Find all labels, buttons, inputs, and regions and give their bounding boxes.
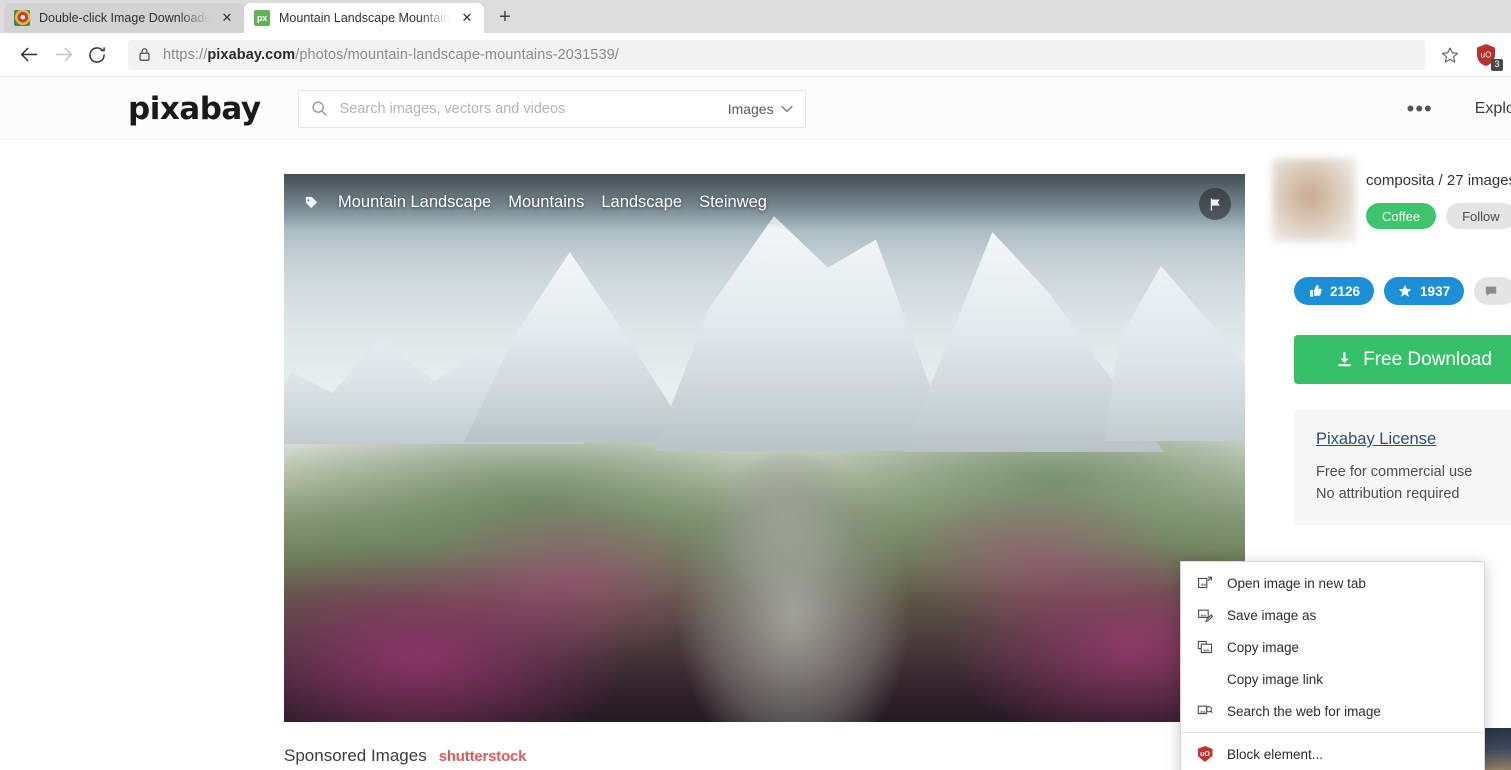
search-input[interactable] bbox=[339, 100, 714, 117]
tab-title: Mountain Landscape Mountains bbox=[279, 11, 450, 25]
likes-count: 2126 bbox=[1330, 283, 1361, 299]
tab-close-button[interactable]: ✕ bbox=[456, 7, 478, 29]
thumbs-up-icon bbox=[1308, 284, 1322, 298]
pixabay-license-link[interactable]: Pixabay License bbox=[1316, 430, 1511, 449]
star-outline-icon[interactable] bbox=[1435, 40, 1465, 70]
context-menu-label: Open image in new tab bbox=[1227, 575, 1366, 591]
pixabay-site-header: pixabay Images ••• Explore bbox=[0, 78, 1511, 140]
author-name[interactable]: composita / 27 images bbox=[1366, 172, 1511, 189]
browser-window: Double-click Image Downloader ✕ px Mount… bbox=[0, 0, 1511, 770]
photo-tag[interactable]: Landscape bbox=[601, 193, 682, 212]
tag-icon bbox=[304, 195, 319, 210]
sponsored-images-section: Sponsored Images shutterstock bbox=[284, 746, 527, 766]
follow-button[interactable]: Follow bbox=[1446, 203, 1511, 229]
pixabay-logo[interactable]: pixabay bbox=[128, 91, 261, 127]
avatar[interactable] bbox=[1272, 158, 1356, 242]
photo-tag[interactable]: Mountains bbox=[508, 193, 584, 212]
more-menu-icon[interactable]: ••• bbox=[1407, 97, 1433, 119]
pixabay-favicon: px bbox=[254, 10, 270, 26]
license-box: Pixabay License Free for commercial use … bbox=[1294, 410, 1511, 525]
author-row: composita / 27 images Coffee Follow bbox=[1272, 158, 1511, 246]
lock-icon bbox=[138, 47, 151, 62]
author-info: composita / 27 images Coffee Follow bbox=[1356, 158, 1511, 229]
context-menu-label: Copy image bbox=[1227, 639, 1300, 655]
forward-arrow-icon bbox=[46, 38, 80, 72]
context-menu-item-block-element[interactable]: uO Block element... bbox=[1181, 738, 1484, 770]
new-tab-button[interactable]: + bbox=[490, 2, 520, 32]
header-right-group: ••• Explore bbox=[1407, 97, 1511, 119]
free-download-label: Free Download bbox=[1363, 348, 1492, 370]
explore-link[interactable]: Explore bbox=[1475, 100, 1511, 118]
context-menu-item-save-image-as[interactable]: Save image as bbox=[1181, 599, 1484, 631]
browser-tab-2[interactable]: px Mountain Landscape Mountains ✕ bbox=[244, 3, 484, 33]
search-web-image-icon bbox=[1193, 703, 1217, 719]
search-icon bbox=[311, 100, 328, 117]
context-menu-item-search-the-web-for-image[interactable]: Search the web for image bbox=[1181, 695, 1484, 727]
save-image-icon bbox=[1193, 607, 1217, 623]
author-action-buttons: Coffee Follow bbox=[1366, 203, 1511, 229]
context-menu-item-copy-image-link[interactable]: Copy image link bbox=[1181, 663, 1484, 695]
photo-stats-row: 2126 1937 bbox=[1272, 277, 1511, 305]
sponsored-label: Sponsored Images bbox=[284, 746, 427, 765]
chevron-down-icon bbox=[780, 105, 793, 113]
address-bar[interactable]: https://pixabay.com/photos/mountain-land… bbox=[128, 39, 1425, 70]
context-menu-label: Save image as bbox=[1227, 607, 1317, 623]
address-bar-url: https://pixabay.com/photos/mountain-land… bbox=[163, 46, 619, 63]
flag-icon[interactable] bbox=[1199, 188, 1231, 220]
search-type-label: Images bbox=[727, 100, 774, 117]
favorites-count: 1937 bbox=[1420, 283, 1451, 299]
copy-image-icon bbox=[1193, 639, 1217, 655]
reload-icon[interactable] bbox=[80, 38, 114, 72]
star-icon bbox=[1398, 284, 1412, 298]
tab-title: Double-click Image Downloader bbox=[39, 11, 210, 25]
photo-tag[interactable]: Steinweg bbox=[699, 193, 767, 212]
download-icon bbox=[1336, 351, 1353, 368]
search-bar[interactable]: Images bbox=[297, 89, 806, 128]
license-line: Free for commercial use bbox=[1316, 464, 1473, 480]
extension-badge-count: 3 bbox=[1491, 58, 1503, 71]
context-menu-label: Block element... bbox=[1227, 746, 1324, 762]
photo-sidebar: composita / 27 images Coffee Follow 2126 bbox=[1272, 158, 1511, 525]
coffee-button[interactable]: Coffee bbox=[1366, 203, 1437, 229]
chrome-extension-icon bbox=[14, 10, 30, 26]
back-arrow-icon[interactable] bbox=[12, 38, 46, 72]
browser-toolbar: https://pixabay.com/photos/mountain-land… bbox=[0, 33, 1511, 77]
comment-icon bbox=[1484, 284, 1498, 298]
web-page: pixabay Images ••• Explore bbox=[0, 78, 1511, 770]
tab-close-button[interactable]: ✕ bbox=[216, 7, 238, 29]
photo-tag-overlay: Mountain Landscape Mountains Landscape S… bbox=[284, 174, 1245, 230]
comments-stat[interactable] bbox=[1474, 277, 1511, 305]
browser-tab-1[interactable]: Double-click Image Downloader ✕ bbox=[4, 3, 244, 33]
tab-strip: Double-click Image Downloader ✕ px Mount… bbox=[0, 0, 1511, 33]
free-download-button[interactable]: Free Download bbox=[1294, 335, 1511, 384]
open-in-new-tab-icon bbox=[1193, 575, 1217, 591]
context-menu-item-copy-image[interactable]: Copy image bbox=[1181, 631, 1484, 663]
ublock-shield-icon: uO bbox=[1193, 746, 1217, 762]
search-type-dropdown[interactable]: Images bbox=[714, 101, 793, 117]
svg-text:uO: uO bbox=[1481, 50, 1492, 59]
photo-tag[interactable]: Mountain Landscape bbox=[338, 193, 491, 212]
license-line: No attribution required bbox=[1316, 486, 1460, 502]
context-menu-item-open-image-in-new-tab[interactable]: Open image in new tab bbox=[1181, 567, 1484, 599]
favorites-stat[interactable]: 1937 bbox=[1384, 277, 1465, 305]
context-menu-label: Search the web for image bbox=[1227, 703, 1381, 719]
context-menu-label: Copy image link bbox=[1227, 671, 1324, 687]
likes-stat[interactable]: 2126 bbox=[1294, 277, 1375, 305]
context-menu[interactable]: Open image in new tab Save image as Copy… bbox=[1180, 561, 1485, 770]
shutterstock-logo[interactable]: shutterstock bbox=[439, 748, 527, 765]
context-menu-separator bbox=[1181, 732, 1484, 733]
main-photo-container[interactable]: Mountain Landscape Mountains Landscape S… bbox=[284, 174, 1245, 722]
ublock-origin-icon[interactable]: uO 3 bbox=[1473, 42, 1503, 71]
main-photo-image[interactable] bbox=[284, 174, 1245, 722]
